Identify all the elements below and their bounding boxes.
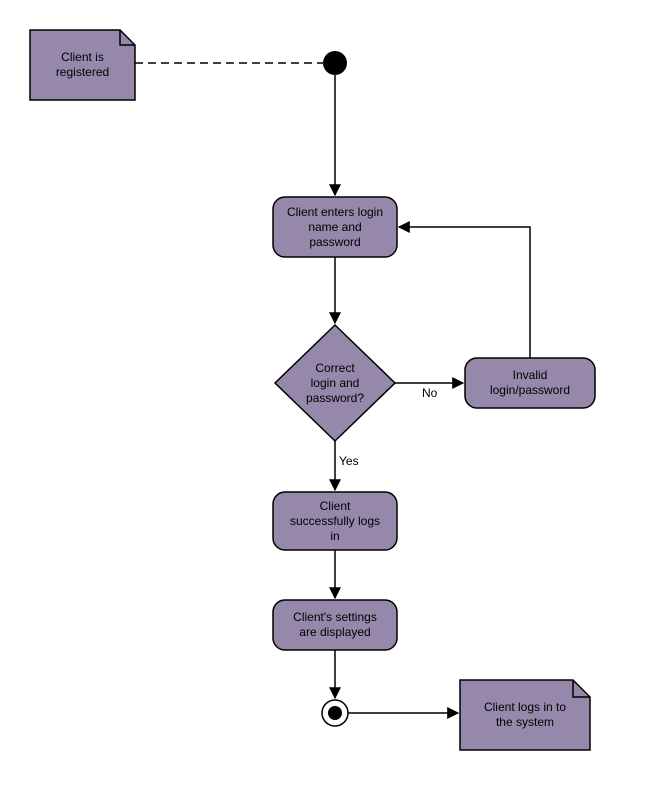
start-node (323, 51, 347, 75)
activity-settings-displayed (273, 600, 397, 650)
edge-invalid-loop (399, 227, 530, 358)
end-node (322, 700, 348, 726)
activity-enter-login (273, 197, 397, 257)
diagram-canvas (0, 0, 650, 797)
decision-correct-login (275, 325, 395, 441)
note-client-logs-in (460, 680, 590, 750)
note-client-registered (30, 30, 135, 100)
activity-success-login (273, 492, 397, 550)
activity-invalid-login (465, 358, 595, 408)
